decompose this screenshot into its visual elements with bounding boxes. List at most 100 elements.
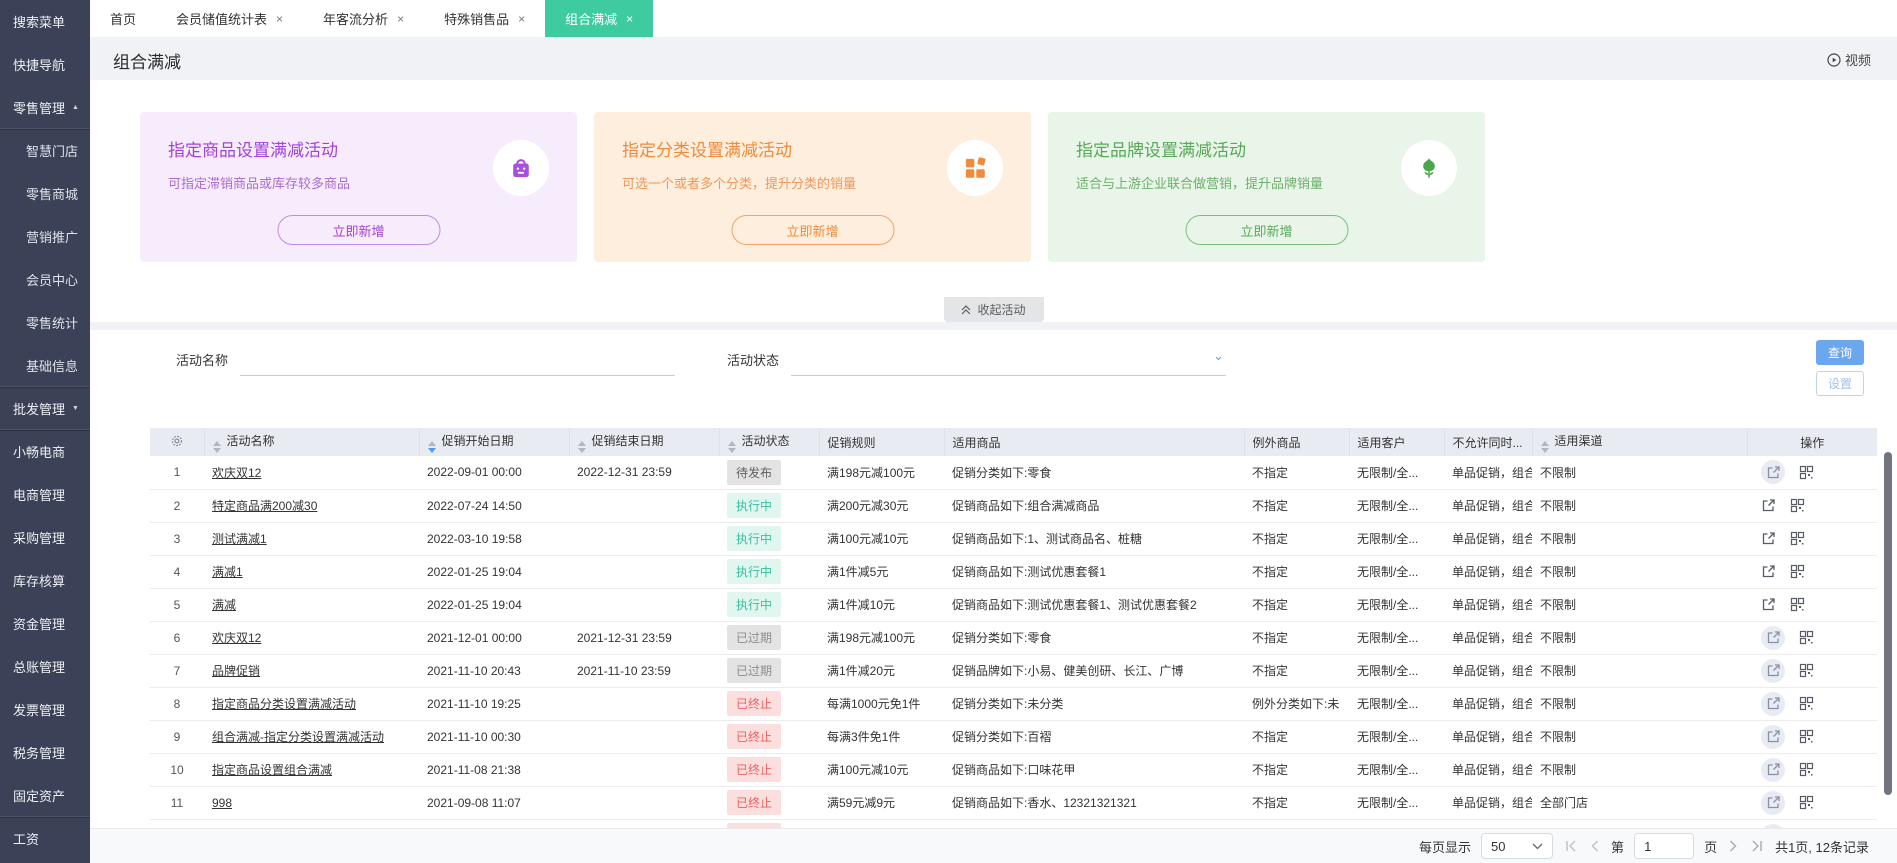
activity-name-link[interactable]: 欢庆双12 bbox=[212, 631, 261, 645]
activity-name-link[interactable]: 欢庆双12 bbox=[212, 466, 261, 480]
query-button[interactable]: 查询 bbox=[1816, 340, 1864, 365]
export-icon[interactable] bbox=[1761, 498, 1776, 513]
table-row: 7 品牌促销 2021-11-10 20:43 2021-11-10 23:59… bbox=[150, 654, 1877, 688]
qr-grid-icon[interactable] bbox=[1790, 498, 1805, 513]
add-now-button[interactable]: 立即新增 bbox=[1185, 215, 1348, 245]
qr-grid-icon[interactable] bbox=[1799, 663, 1814, 678]
sidebar-item-label: 资金管理 bbox=[13, 617, 66, 632]
export-icon[interactable] bbox=[1761, 531, 1776, 546]
qr-grid-icon[interactable] bbox=[1799, 762, 1814, 777]
gear-icon[interactable] bbox=[170, 434, 184, 448]
chevron-down-icon[interactable]: ⌄ bbox=[1213, 348, 1224, 364]
sidebar-item[interactable]: 税务管理 bbox=[0, 731, 90, 774]
tab[interactable]: 会员储值统计表 × bbox=[156, 0, 303, 37]
row-number: 3 bbox=[150, 522, 204, 556]
qr-grid-icon[interactable] bbox=[1790, 531, 1805, 546]
card-product-discount: 指定商品设置满减活动 可指定滞销商品或库存较多商品 立即新增 bbox=[140, 112, 577, 262]
sidebar-item[interactable]: 营销推广 bbox=[0, 215, 90, 258]
activity-name-link[interactable]: 品牌促销 bbox=[212, 664, 260, 678]
col-start-date[interactable]: 促销开始日期 bbox=[419, 428, 570, 456]
products-cell: 促销商品如下:1、测试商品名、桩糖 bbox=[944, 522, 1244, 556]
qr-grid-icon[interactable] bbox=[1799, 630, 1814, 645]
settings-button[interactable]: 设置 bbox=[1816, 371, 1864, 396]
sidebar-item-label: 会员中心 bbox=[26, 273, 79, 288]
export-icon[interactable] bbox=[1761, 691, 1785, 716]
sidebar-item[interactable]: 批发管理 ▼ bbox=[0, 387, 90, 430]
exception-cell: 不指定 bbox=[1244, 588, 1349, 622]
tab[interactable]: 首页 bbox=[90, 0, 156, 37]
col-end-date[interactable]: 促销结束日期 bbox=[569, 428, 720, 456]
page-number-input[interactable]: 1 bbox=[1634, 833, 1695, 859]
export-icon[interactable] bbox=[1761, 460, 1785, 485]
sidebar-item[interactable]: 零售统计 bbox=[0, 301, 90, 344]
sidebar-item[interactable]: 基础信息 bbox=[0, 344, 90, 387]
table-row: 3 测试满减1 2022-03-10 19:58 执行中 满100元减10元 促… bbox=[150, 522, 1877, 556]
sidebar-item[interactable]: 会员中心 bbox=[0, 258, 90, 301]
next-page-icon[interactable] bbox=[1729, 840, 1738, 852]
sidebar-item[interactable]: 固定资产 bbox=[0, 774, 90, 817]
qr-grid-icon[interactable] bbox=[1799, 729, 1814, 744]
sidebar-item[interactable]: 资金管理 bbox=[0, 602, 90, 645]
activity-name-link[interactable]: 指定商品分类设置满减活动 bbox=[212, 697, 356, 711]
sidebar-item[interactable]: 采购管理 bbox=[0, 516, 90, 559]
sidebar-item[interactable]: 电商管理 bbox=[0, 473, 90, 516]
export-icon[interactable] bbox=[1761, 658, 1785, 683]
video-help-link[interactable]: 视频 bbox=[1827, 50, 1871, 69]
activity-name-link[interactable]: 组合满减-指定分类设置满减活动 bbox=[212, 730, 384, 744]
col-status[interactable]: 活动状态 bbox=[719, 428, 820, 456]
activity-name-input[interactable] bbox=[240, 350, 676, 376]
col-channel[interactable]: 适用渠道 bbox=[1532, 428, 1748, 456]
collapse-activities-button[interactable]: 收起活动 bbox=[943, 297, 1044, 322]
customer-cell: 无限制/全... bbox=[1349, 555, 1444, 589]
add-now-button[interactable]: 立即新增 bbox=[277, 215, 440, 245]
customer-cell: 无限制/全... bbox=[1349, 654, 1444, 688]
col-activity-name[interactable]: 活动名称 bbox=[204, 428, 420, 456]
sidebar-item[interactable]: 智慧门店 bbox=[0, 129, 90, 172]
close-icon[interactable]: × bbox=[397, 12, 404, 26]
last-page-icon[interactable] bbox=[1750, 840, 1763, 852]
activity-name-link[interactable]: 测试满减1 bbox=[212, 532, 267, 546]
sidebar-item[interactable]: 库存核算 bbox=[0, 559, 90, 602]
qr-grid-icon[interactable] bbox=[1799, 696, 1814, 711]
export-icon[interactable] bbox=[1761, 564, 1776, 579]
tab[interactable]: 特殊销售品 × bbox=[424, 0, 545, 37]
sidebar-item[interactable]: 零售管理 ▲ bbox=[0, 86, 90, 129]
first-page-icon[interactable] bbox=[1565, 840, 1578, 852]
sidebar-item[interactable]: 工资 bbox=[0, 817, 90, 860]
export-icon[interactable] bbox=[1761, 757, 1785, 782]
scrollbar-thumb[interactable] bbox=[1884, 452, 1892, 795]
qr-grid-icon[interactable] bbox=[1790, 564, 1805, 579]
bag-icon bbox=[493, 140, 549, 196]
export-icon[interactable] bbox=[1761, 625, 1785, 650]
sidebar-item[interactable]: 总账管理 bbox=[0, 645, 90, 688]
activity-status-select[interactable] bbox=[791, 350, 1227, 376]
close-icon[interactable]: × bbox=[518, 12, 525, 26]
prev-page-icon[interactable] bbox=[1590, 840, 1599, 852]
close-icon[interactable]: × bbox=[276, 12, 283, 26]
sidebar-item[interactable]: 发票管理 bbox=[0, 688, 90, 731]
sidebar-item[interactable]: 零售商城 bbox=[0, 172, 90, 215]
activity-name-link[interactable]: 特定商品满200减30 bbox=[212, 499, 317, 513]
mutex-cell: 单品促销，组合 bbox=[1444, 753, 1532, 787]
qr-grid-icon[interactable] bbox=[1790, 597, 1805, 612]
per-page-select[interactable]: 50 bbox=[1481, 833, 1554, 859]
qr-grid-icon[interactable] bbox=[1799, 795, 1814, 810]
tab[interactable]: 组合满减 × bbox=[545, 0, 654, 37]
activity-name-link[interactable]: 998 bbox=[212, 796, 232, 810]
activity-name-link[interactable]: 满减1 bbox=[212, 565, 243, 579]
export-icon[interactable] bbox=[1761, 790, 1785, 815]
sidebar-item[interactable]: 搜索菜单 bbox=[0, 0, 90, 43]
start-date-cell: 2021-11-10 00:30 bbox=[419, 720, 569, 754]
row-number: 7 bbox=[150, 654, 204, 688]
activity-name-link[interactable]: 满减 bbox=[212, 598, 236, 612]
qr-grid-icon[interactable] bbox=[1799, 465, 1814, 480]
activity-name-link[interactable]: 指定商品设置组合满减 bbox=[212, 763, 332, 777]
close-icon[interactable]: × bbox=[626, 12, 633, 26]
start-date-cell: 2022-07-24 14:50 bbox=[419, 489, 569, 523]
export-icon[interactable] bbox=[1761, 597, 1776, 612]
sidebar-item[interactable]: 快捷导航 bbox=[0, 43, 90, 86]
add-now-button[interactable]: 立即新增 bbox=[731, 215, 894, 245]
tab[interactable]: 年客流分析 × bbox=[303, 0, 424, 37]
export-icon[interactable] bbox=[1761, 724, 1785, 749]
sidebar-item[interactable]: 小畅电商 bbox=[0, 430, 90, 473]
